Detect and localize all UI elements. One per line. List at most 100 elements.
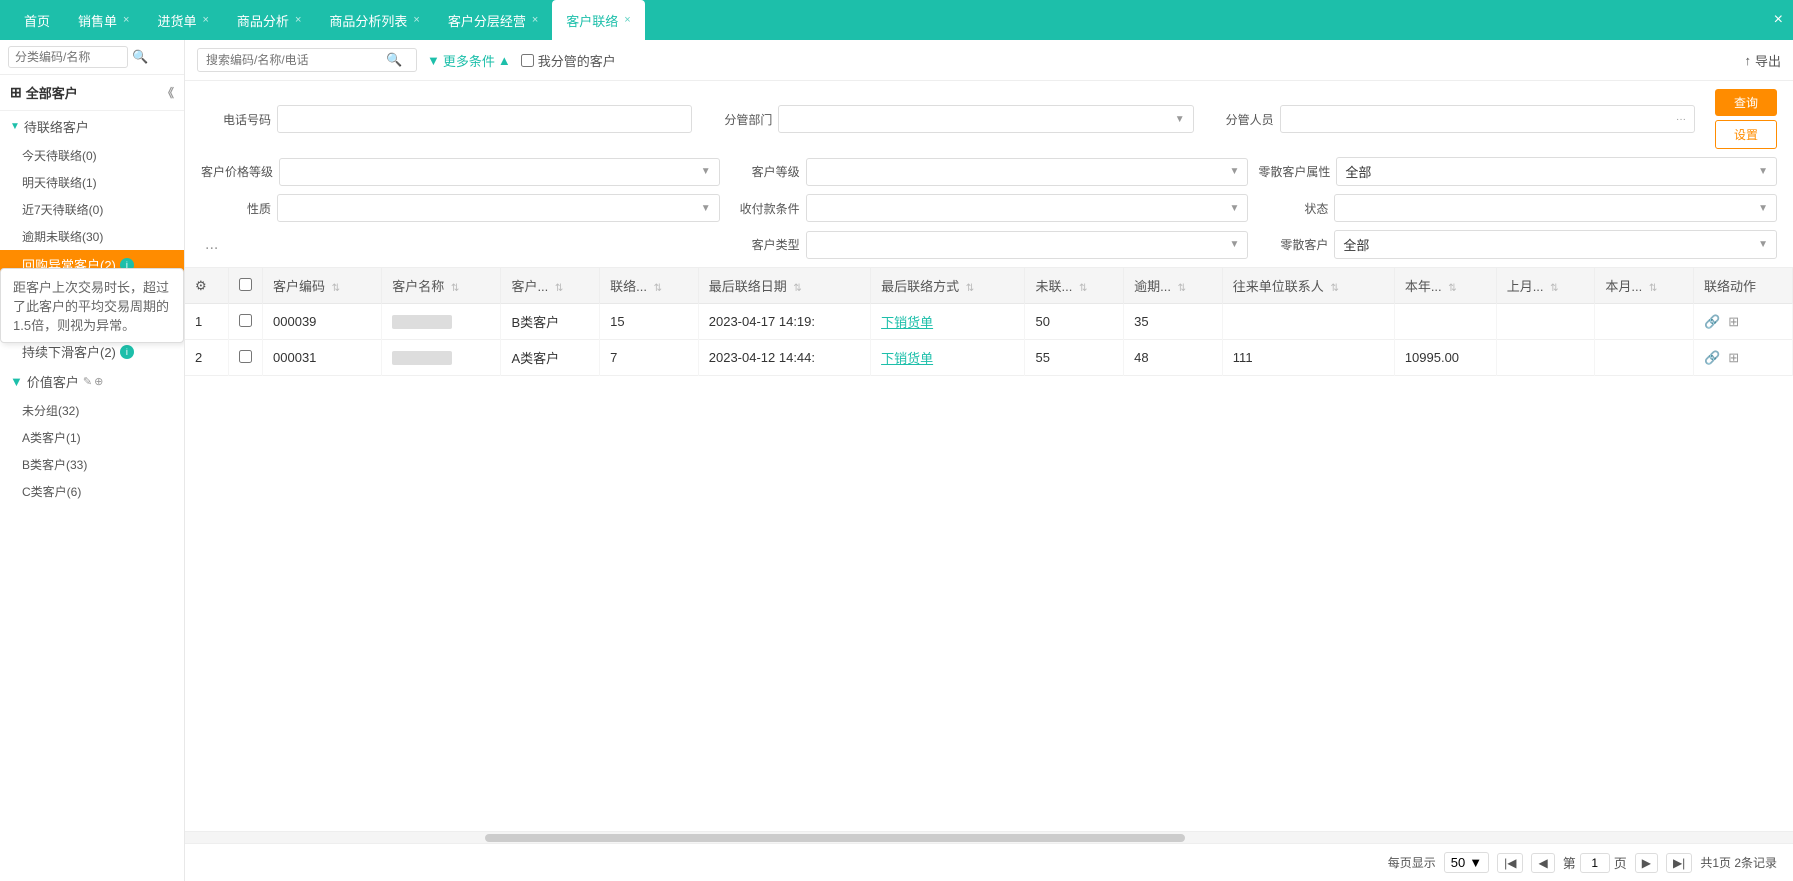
edit-icon[interactable]: ✎ bbox=[83, 375, 92, 388]
sidebar-search-input[interactable] bbox=[8, 46, 128, 68]
th-contact-count[interactable]: 联络... ⇅ bbox=[600, 268, 699, 304]
my-customers-checkbox[interactable] bbox=[521, 54, 534, 67]
sidebar-group-pending-contact[interactable]: ▼ 待联络客户 bbox=[0, 111, 184, 142]
filter-customer-type-select[interactable]: ▼ bbox=[806, 231, 1249, 259]
sidebar-item-a-class[interactable]: A类客户(1) bbox=[0, 424, 184, 451]
sidebar-item-b-class[interactable]: B类客户(33) bbox=[0, 451, 184, 478]
sidebar-search-icon[interactable]: 🔍 bbox=[132, 49, 148, 65]
per-page-arrow: ▼ bbox=[1469, 855, 1482, 870]
th-last-contact-date-label: 最后联络日期 bbox=[709, 279, 787, 294]
filter-manager-select[interactable]: ··· bbox=[1280, 105, 1695, 133]
add-group-icon[interactable]: ⊕ bbox=[94, 375, 103, 388]
nav-tab-customer-segment-close[interactable]: × bbox=[532, 14, 538, 26]
first-page-button[interactable]: |◀ bbox=[1497, 853, 1523, 873]
filter-price-level-select[interactable]: ▼ bbox=[279, 158, 720, 186]
td-method-1[interactable]: 下销货单 bbox=[871, 304, 1025, 340]
per-page-select[interactable]: 50 ▼ bbox=[1444, 852, 1489, 873]
sidebar-value-customers-group[interactable]: ▼ 价值客户 ✎ ⊕ bbox=[0, 366, 184, 397]
per-page-label: 每页显示 bbox=[1388, 854, 1436, 871]
row1-checkbox[interactable] bbox=[239, 314, 252, 327]
sidebar-all-customers[interactable]: ⊞ 全部客户 《 bbox=[0, 75, 184, 111]
nav-tab-purchase-close[interactable]: × bbox=[202, 14, 208, 26]
filter-retail-attr: 零散客户属性 全部 ▼ bbox=[1258, 157, 1777, 186]
nav-tab-analysis-close[interactable]: × bbox=[295, 14, 301, 26]
nav-tab-home-label: 首页 bbox=[24, 11, 50, 30]
action-grid-icon-2[interactable]: ⊞ bbox=[1728, 350, 1739, 366]
sidebar-item-today-contact[interactable]: 今天待联络(0) bbox=[0, 142, 184, 169]
nav-tab-customer-contact[interactable]: 客户联络 × bbox=[552, 0, 644, 40]
sidebar-value-customers-label: 价值客户 bbox=[27, 372, 79, 391]
nav-tab-customer-contact-close[interactable]: × bbox=[624, 14, 630, 26]
export-button[interactable]: ↑ 导出 bbox=[1744, 51, 1781, 70]
td-year-2: 10995.00 bbox=[1394, 340, 1496, 376]
filter-dept-select[interactable]: ▼ bbox=[778, 105, 1193, 133]
search-input[interactable] bbox=[206, 53, 386, 67]
filter-price-level: 客户价格等级 ▼ bbox=[201, 158, 720, 186]
nav-tab-home[interactable]: 首页 bbox=[10, 0, 64, 40]
sidebar-item-ungroup[interactable]: 未分组(32) bbox=[0, 397, 184, 424]
th-current-month[interactable]: 本月... ⇅ bbox=[1595, 268, 1694, 304]
row2-checkbox[interactable] bbox=[239, 350, 252, 363]
nav-tab-sales-close[interactable]: × bbox=[123, 14, 129, 26]
query-button[interactable]: 查询 bbox=[1715, 89, 1777, 116]
nav-tab-analysis-list[interactable]: 商品分析列表 × bbox=[315, 0, 433, 40]
nav-tab-analysis-list-close[interactable]: × bbox=[413, 14, 419, 26]
nav-tab-sales[interactable]: 销售单 × bbox=[64, 0, 143, 40]
filter-status-select[interactable]: ▼ bbox=[1334, 194, 1777, 222]
action-link-icon-1[interactable]: 🔗 bbox=[1704, 314, 1720, 330]
th-last-contact-method[interactable]: 最后联络方式 ⇅ bbox=[871, 268, 1025, 304]
select-all-checkbox[interactable] bbox=[239, 278, 252, 291]
th-uncontacted[interactable]: 未联... ⇅ bbox=[1025, 268, 1124, 304]
action-grid-icon-1[interactable]: ⊞ bbox=[1728, 314, 1739, 330]
th-contacts[interactable]: 往来单位联系人 ⇅ bbox=[1222, 268, 1394, 304]
filter-phone-input[interactable] bbox=[277, 105, 692, 133]
filter-row-3: 性质 ▼ 收付款条件 ▼ 状态 ▼ bbox=[201, 194, 1777, 222]
th-customer-type[interactable]: 客户... ⇅ bbox=[501, 268, 600, 304]
nav-tab-analysis-label: 商品分析 bbox=[237, 11, 289, 30]
th-name-sort-icon: ⇅ bbox=[451, 283, 459, 294]
nav-tab-customer-contact-label: 客户联络 bbox=[566, 11, 618, 30]
th-settings[interactable]: ⚙ bbox=[185, 268, 229, 304]
more-filter-icon[interactable]: ... bbox=[201, 236, 222, 254]
th-current-year[interactable]: 本年... ⇅ bbox=[1394, 268, 1496, 304]
sidebar-item-overdue-contact[interactable]: 逾期未联络(30) bbox=[0, 223, 184, 250]
td-last-month-1 bbox=[1496, 304, 1595, 340]
sidebar-item-c-class[interactable]: C类客户(6) bbox=[0, 478, 184, 505]
close-all-tabs-button[interactable]: × bbox=[1774, 11, 1783, 29]
settings-button[interactable]: 设置 bbox=[1715, 120, 1777, 149]
th-method-sort-icon: ⇅ bbox=[966, 283, 974, 294]
search-button[interactable]: 🔍 bbox=[386, 52, 402, 68]
th-code[interactable]: 客户编码 ⇅ bbox=[263, 268, 382, 304]
sidebar-item-7days-contact[interactable]: 近7天待联络(0) bbox=[0, 196, 184, 223]
more-conditions-button[interactable]: ▼ 更多条件 ▲ bbox=[427, 51, 511, 70]
next-page-button[interactable]: ▶ bbox=[1635, 853, 1658, 873]
filter-retail-customer-select[interactable]: 全部 ▼ bbox=[1334, 230, 1777, 259]
info-icon-4: i bbox=[120, 345, 134, 359]
nav-tab-analysis[interactable]: 商品分析 × bbox=[223, 0, 315, 40]
td-uncontacted-2: 55 bbox=[1025, 340, 1124, 376]
action-link-icon-2[interactable]: 🔗 bbox=[1704, 350, 1720, 366]
horizontal-scrollbar[interactable] bbox=[185, 831, 1793, 843]
td-method-2[interactable]: 下销货单 bbox=[871, 340, 1025, 376]
sidebar-item-tomorrow-contact[interactable]: 明天待联络(1) bbox=[0, 169, 184, 196]
th-last-contact-date[interactable]: 最后联络日期 ⇅ bbox=[698, 268, 870, 304]
th-customer-type-label: 客户... bbox=[511, 279, 548, 294]
table-row: 2 000031 A类客户 7 2023-04-12 14:44: 下销货单 5… bbox=[185, 340, 1793, 376]
th-name[interactable]: 客户名称 ⇅ bbox=[382, 268, 501, 304]
filter-payment-select[interactable]: ▼ bbox=[806, 194, 1249, 222]
sidebar-collapse-icon[interactable]: 《 bbox=[162, 84, 174, 101]
th-name-label: 客户名称 bbox=[392, 279, 444, 294]
th-last-month[interactable]: 上月... ⇅ bbox=[1496, 268, 1595, 304]
th-overdue[interactable]: 逾期... ⇅ bbox=[1124, 268, 1223, 304]
sidebar-search-area: 🔍 bbox=[0, 40, 184, 75]
last-page-button[interactable]: ▶| bbox=[1666, 853, 1692, 873]
nav-tab-customer-segment[interactable]: 客户分层经营 × bbox=[434, 0, 552, 40]
filter-retail-attr-select[interactable]: 全部 ▼ bbox=[1336, 157, 1777, 186]
filter-gender-select[interactable]: ▼ bbox=[277, 194, 720, 222]
filter-customer-level-select[interactable]: ▼ bbox=[806, 158, 1249, 186]
prev-page-button[interactable]: ◀ bbox=[1531, 853, 1554, 873]
scrollbar-thumb[interactable] bbox=[485, 834, 1185, 842]
page-number-input[interactable] bbox=[1580, 853, 1610, 873]
filter-retail-customer-label: 零散客户 bbox=[1258, 236, 1328, 253]
nav-tab-purchase[interactable]: 进货单 × bbox=[143, 0, 222, 40]
